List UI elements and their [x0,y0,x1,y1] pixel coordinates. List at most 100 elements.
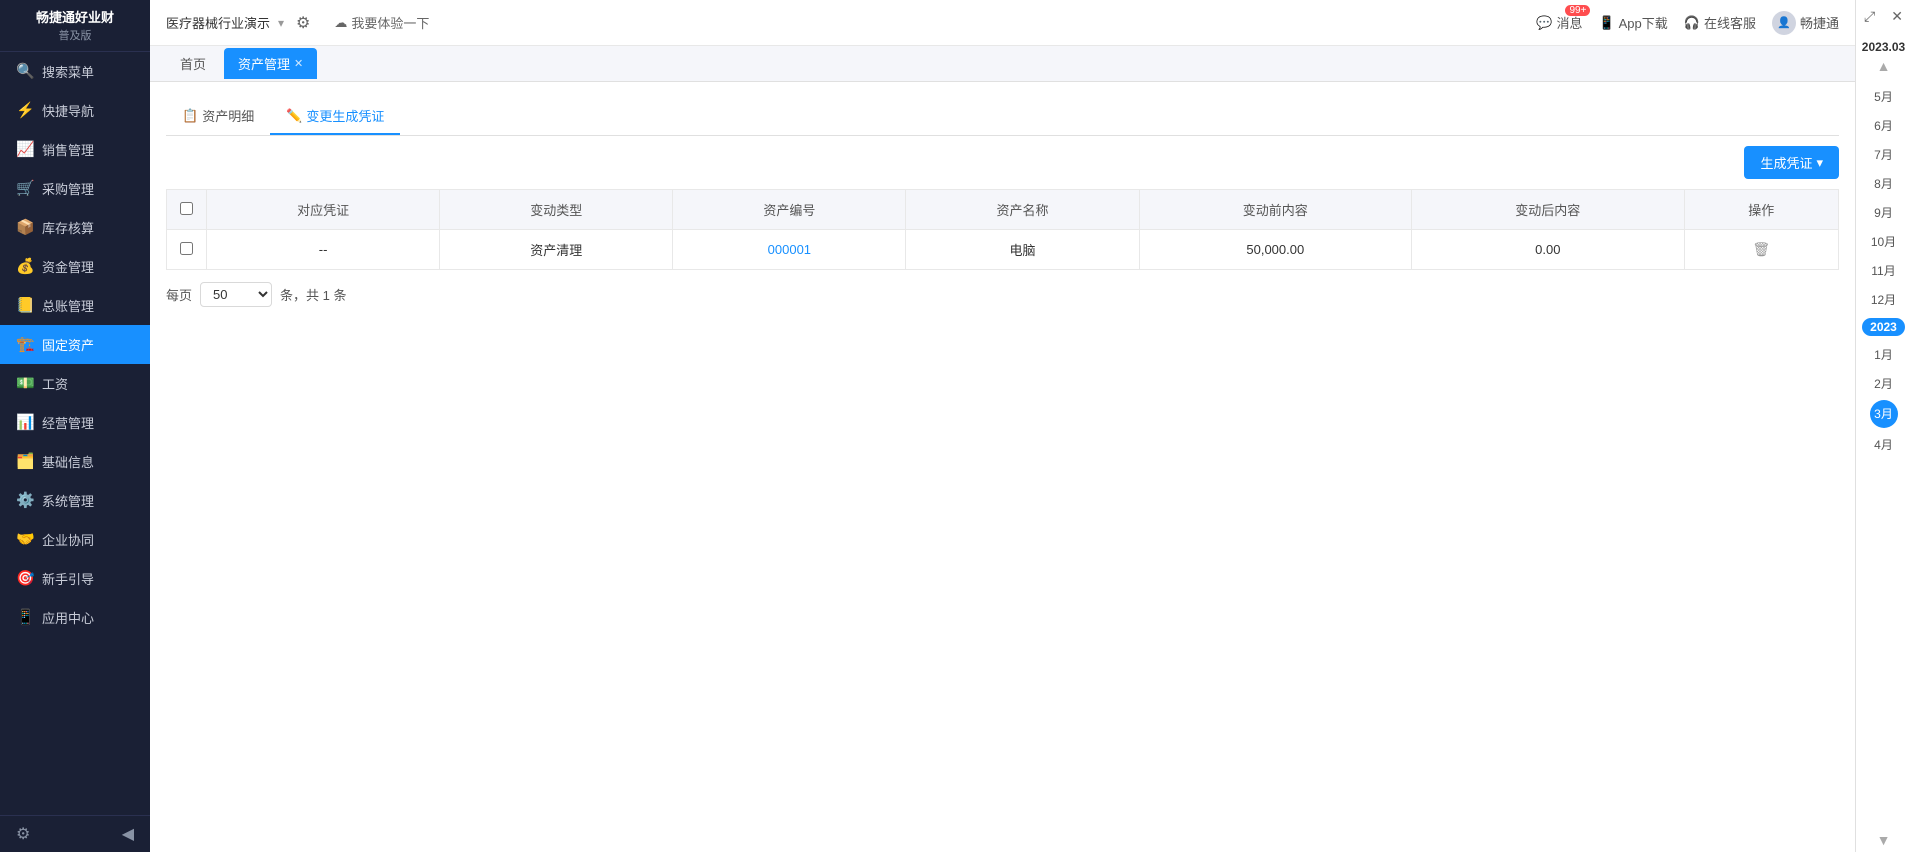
basic-info-icon: 🗂️ [16,452,34,470]
system-icon: ⚙️ [16,491,34,509]
year-label: 2023.03 [1862,40,1905,54]
month-item[interactable]: 8月 [1856,169,1911,198]
row-change-type: 资产清理 [440,230,673,270]
row-before-change: 50,000.00 [1139,230,1411,270]
phone-icon: 📱 [1598,15,1614,31]
topbar-right: 💬 消息 99+ 📱 App下载 🎧 在线客服 👤 畅捷通 [1536,11,1839,35]
sidebar-item-app-center[interactable]: 📱应用中心 [0,598,150,637]
row-operation: 🗑 [1684,230,1838,270]
month-item[interactable]: 1月 [1856,340,1911,369]
tab-close-icon[interactable]: ✕ [294,57,303,70]
experience-button[interactable]: ☁ 我要体验一下 [334,13,429,32]
row-asset-code: 000001 [673,230,906,270]
table-body: -- 资产清理 000001 电脑 50,000.00 0.00 🗑 [167,230,1839,270]
month-list: 5月6月7月8月9月10月11月12月 2023 1月2月3月4月 [1856,82,1911,828]
month-item[interactable]: 3月 [1870,400,1898,428]
tab-home[interactable]: 首页 [166,48,220,79]
row-checkbox-cell [167,230,207,270]
per-page-select[interactable]: 50 10 20 100 [200,282,272,307]
table-head: 对应凭证 变动类型 资产编号 资产名称 变动前内容 变动后内容 操作 [167,190,1839,230]
message-badge: 99+ [1565,5,1590,16]
headset-icon: 🎧 [1684,15,1700,31]
table-header-bar: 生成凭证 ▾ [166,136,1839,189]
row-checkbox[interactable] [180,242,193,255]
sidebar-item-purchase[interactable]: 🛒采购管理 [0,169,150,208]
month-item[interactable]: 7月 [1856,140,1911,169]
sidebar-item-capital[interactable]: 💰资金管理 [0,247,150,286]
customer-service-button[interactable]: 🎧 在线客服 [1684,13,1756,32]
header-asset-name: 资产名称 [906,190,1139,230]
row-voucher: -- [207,230,440,270]
sidebar-item-enterprise[interactable]: 🤝企业协同 [0,520,150,559]
tab-asset-management[interactable]: 资产管理 ✕ [224,48,317,79]
message-icon: 💬 [1536,15,1552,31]
logo-title: 畅捷通好业财 [36,10,114,27]
settings-icon[interactable]: ⚙ [16,824,30,844]
month-item[interactable]: 12月 [1856,285,1911,314]
month-item[interactable]: 11月 [1856,256,1911,285]
right-panel: ✕ ⤢ 2023.03 ▲ 5月6月7月8月9月10月11月12月 2023 1月2… [1855,0,1911,852]
salary-icon: 💵 [16,374,34,392]
sidebar-bottom: ⚙ ◀ [0,815,150,852]
header-change-type: 变动类型 [440,190,673,230]
select-all-checkbox[interactable] [180,202,193,215]
sidebar-item-system[interactable]: ⚙️系统管理 [0,481,150,520]
ledger-icon: 📒 [16,296,34,314]
generate-voucher-button[interactable]: 生成凭证 ▾ [1744,146,1839,179]
delete-icon[interactable]: 🗑 [1752,241,1770,257]
main-area: 医疗器械行业演示 ▾ ⚙ ☁ 我要体验一下 💬 消息 99+ 📱 App下载 🎧… [150,0,1855,852]
sidebar-item-salary[interactable]: 💵工资 [0,364,150,403]
month-item[interactable]: 6月 [1856,111,1911,140]
table-row: -- 资产清理 000001 电脑 50,000.00 0.00 🗑 [167,230,1839,270]
sidebar-item-quick-nav[interactable]: ⚡快捷导航 [0,91,150,130]
month-item[interactable]: 9月 [1856,198,1911,227]
right-panel-close-icon[interactable]: ✕ [1891,8,1903,25]
main-content: 📋 资产明细 ✏️ 变更生成凭证 生成凭证 ▾ [150,82,1855,852]
month-item[interactable]: 4月 [1856,430,1911,459]
dropdown-arrow-icon: ▾ [1816,155,1823,171]
sidebar: 畅捷通好业财 普及版 🔍搜索菜单⚡快捷导航📈销售管理🛒采购管理📦库存核算💰资金管… [0,0,150,852]
enterprise-icon: 🤝 [16,530,34,548]
table-icon: 📋 [182,108,198,124]
topbar: 医疗器械行业演示 ▾ ⚙ ☁ 我要体验一下 💬 消息 99+ 📱 App下载 🎧… [150,0,1855,46]
company-name[interactable]: 医疗器械行业演示 [166,13,270,32]
dropdown-icon[interactable]: ▾ [278,16,284,30]
avatar: 👤 [1772,11,1796,35]
sidebar-item-operations[interactable]: 📊经营管理 [0,403,150,442]
sub-tab-asset-detail[interactable]: 📋 资产明细 [166,98,270,135]
purchase-icon: 🛒 [16,179,34,197]
user-menu[interactable]: 👤 畅捷通 [1772,11,1839,35]
month-nav-down-icon[interactable]: ▼ [1873,828,1895,852]
month-item[interactable]: 5月 [1856,82,1911,111]
month-item[interactable]: 2月 [1856,369,1911,398]
nav-tabs: 首页 资产管理 ✕ [150,46,1855,82]
collapse-icon[interactable]: ◀ [122,824,134,844]
username: 畅捷通 [1800,13,1839,32]
sidebar-item-ledger[interactable]: 📒总账管理 [0,286,150,325]
data-table: 对应凭证 变动类型 资产编号 资产名称 变动前内容 变动后内容 操作 -- 资产… [166,189,1839,270]
sidebar-item-search[interactable]: 🔍搜索菜单 [0,52,150,91]
sales-icon: 📈 [16,140,34,158]
app-download-button[interactable]: 📱 App下载 [1598,13,1667,32]
inventory-icon: 📦 [16,218,34,236]
month-nav-up-icon[interactable]: ▲ [1873,54,1895,78]
messages-button[interactable]: 💬 消息 99+ [1536,13,1582,32]
quick-nav-icon: ⚡ [16,101,34,119]
topbar-settings-icon[interactable]: ⚙ [296,13,310,33]
month-item[interactable]: 10月 [1856,227,1911,256]
sidebar-item-sales[interactable]: 📈销售管理 [0,130,150,169]
sidebar-item-guide[interactable]: 🎯新手引导 [0,559,150,598]
sidebar-item-inventory[interactable]: 📦库存核算 [0,208,150,247]
logo-sub: 普及版 [59,27,92,43]
header-after-change: 变动后内容 [1412,190,1684,230]
sub-tab-change-voucher[interactable]: ✏️ 变更生成凭证 [270,98,400,135]
year-marker[interactable]: 2023 [1862,318,1905,336]
row-after-change: 0.00 [1412,230,1684,270]
right-panel-expand-icon[interactable]: ⤢ [1864,8,1875,25]
header-checkbox-cell [167,190,207,230]
header-asset-code: 资产编号 [673,190,906,230]
sidebar-item-fixed-assets[interactable]: 🏗️固定资产 [0,325,150,364]
edit-icon: ✏️ [286,108,302,124]
sidebar-item-basic-info[interactable]: 🗂️基础信息 [0,442,150,481]
topbar-left: 医疗器械行业演示 ▾ ⚙ ☁ 我要体验一下 [166,13,1536,33]
